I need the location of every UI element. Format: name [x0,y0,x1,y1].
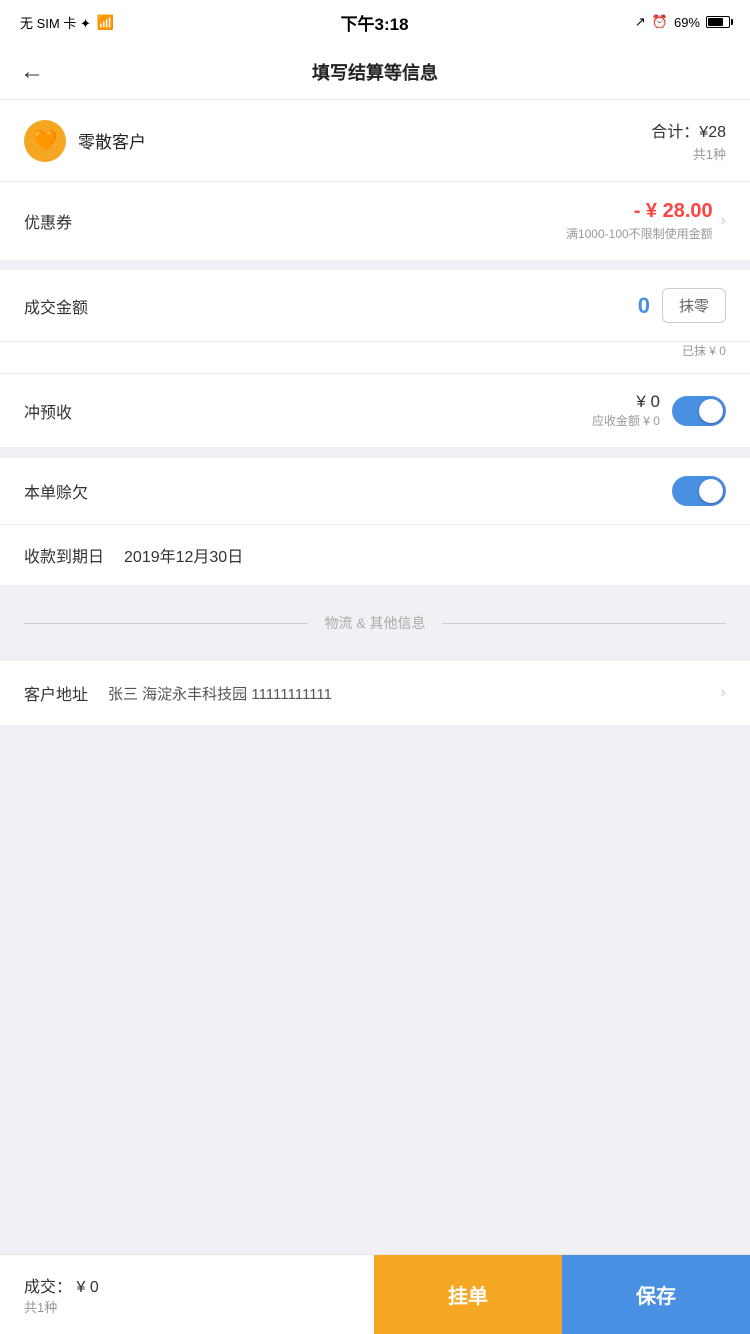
prepaid-label: 冲预收 [24,399,72,423]
coupon-label: 优惠券 [24,209,72,233]
total-amount: 合计：¥28 [651,118,726,142]
bottom-deal-label: 成交： [24,1279,72,1296]
alarm-icon: ⏰ [652,14,668,30]
due-date-value: 2019年12月30日 [124,543,243,567]
bottom-deal-amount: 成交： ¥ 0 [24,1273,374,1297]
total-count: 共1种 [651,144,726,163]
deal-amount-label: 成交金额 [24,294,88,318]
address-chevron-icon: › [721,684,726,702]
due-date-label: 收款到期日 [24,543,104,567]
coupon-right: - ¥ 28.00 满1000-100不限制使用金额 › [566,200,726,242]
logistics-label: 物流 & 其他信息 [324,613,425,633]
status-left: 无 SIM 卡 ✦ 📶 [20,13,114,32]
avatar: 🧡 [24,120,66,162]
address-value: 张三 海淀永丰科技园 11111111111 [108,683,721,704]
customer-row: 🧡 零散客户 合计：¥28 共1种 [0,100,750,181]
coupon-info: - ¥ 28.00 满1000-100不限制使用金额 [566,200,713,242]
deal-amount-sub: 已抹 ¥ 0 [0,342,750,373]
page-title: 填写结算等信息 [312,59,438,85]
location-icon: ↗ [635,14,646,30]
toggle-knob [699,399,723,423]
sim-label: 无 SIM 卡 ✦ [20,13,91,32]
divider-line-left [24,623,308,624]
deal-amount-right: 0 抹零 [638,288,726,323]
coupon-discount: - ¥ 28.00 [566,200,713,223]
address-row[interactable]: 客户地址 张三 海淀永丰科技园 11111111111 › [0,661,750,725]
hang-button[interactable]: 挂单 [374,1255,562,1334]
bottom-bar: 成交： ¥ 0 共1种 挂单 保存 [0,1254,750,1334]
wifi-icon: 📶 [97,14,114,31]
prepaid-row: 冲预收 ¥ 0 应收金额 ¥ 0 [0,373,750,448]
coupon-desc: 满1000-100不限制使用金额 [566,225,713,242]
credit-toggle[interactable] [672,476,726,506]
divider-line-right [442,623,726,624]
credit-row: 本单赊欠 [0,458,750,524]
status-time: 下午3:18 [341,10,409,35]
credit-section: 本单赊欠 收款到期日 2019年12月30日 [0,458,750,585]
prepaid-toggle[interactable] [672,396,726,426]
status-right: ↗ ⏰ 69% [635,14,730,30]
credit-label: 本单赊欠 [24,479,88,503]
customer-left: 🧡 零散客户 [24,120,146,162]
bottom-count: 共1种 [24,1297,374,1316]
customer-name: 零散客户 [78,128,146,153]
due-date-row: 收款到期日 2019年12月30日 [0,524,750,585]
prepaid-amount: ¥ 0 应收金额 ¥ 0 [592,392,660,429]
prepaid-main-amount: ¥ 0 [592,392,660,412]
back-button[interactable]: ← [20,58,44,86]
avatar-icon: 🧡 [33,128,58,153]
round-zero-button[interactable]: 抹零 [662,288,726,323]
bottom-info: 成交： ¥ 0 共1种 [0,1273,374,1316]
coupon-row[interactable]: 优惠券 - ¥ 28.00 满1000-100不限制使用金额 › [0,181,750,260]
bottom-deal-value: ¥ 0 [76,1279,98,1296]
logistics-divider: 物流 & 其他信息 [0,595,750,651]
credit-toggle-knob [699,479,723,503]
nav-bar: ← 填写结算等信息 [0,44,750,100]
status-bar: 无 SIM 卡 ✦ 📶 下午3:18 ↗ ⏰ 69% [0,0,750,44]
prepaid-receivable: 应收金额 ¥ 0 [592,412,660,429]
deal-amount-value[interactable]: 0 [638,293,650,319]
prepaid-right: ¥ 0 应收金额 ¥ 0 [592,392,726,429]
coupon-chevron-icon: › [721,212,726,230]
address-label: 客户地址 [24,681,88,705]
save-button[interactable]: 保存 [562,1255,750,1334]
battery-icon [706,16,730,28]
battery-percent: 69% [674,15,700,30]
deal-amount-row: 成交金额 0 抹零 [0,270,750,342]
deal-amount-section: 成交金额 0 抹零 已抹 ¥ 0 冲预收 ¥ 0 应收金额 ¥ 0 [0,270,750,448]
customer-section: 🧡 零散客户 合计：¥28 共1种 优惠券 - ¥ 28.00 满1000-10… [0,100,750,260]
customer-right: 合计：¥28 共1种 [651,118,726,163]
